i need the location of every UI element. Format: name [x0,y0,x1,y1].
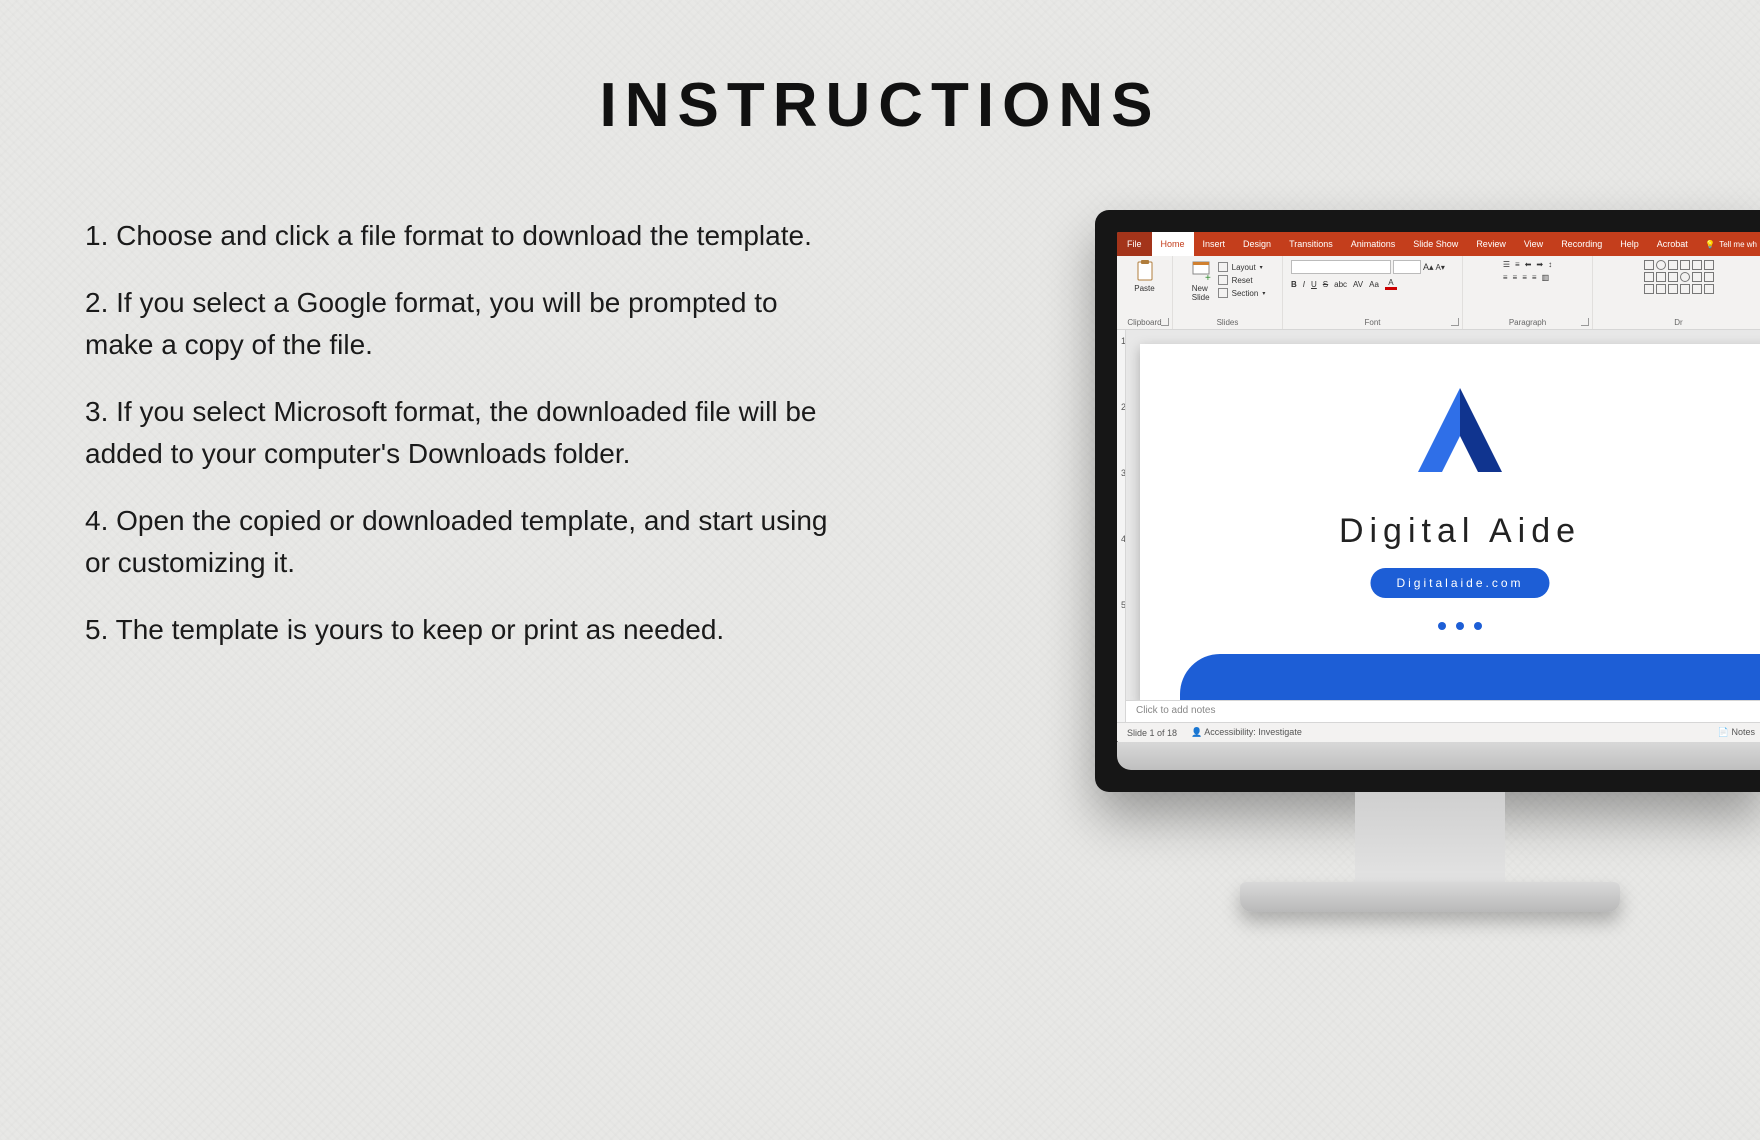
monitor-bezel: File Home Insert Design Transitions Anim… [1095,210,1760,792]
change-case-button[interactable]: Aa [1369,280,1379,289]
increase-indent-button[interactable]: ➡ [1536,260,1543,269]
font-size-dropdown[interactable] [1393,260,1421,274]
notes-toggle[interactable]: 📄 Notes [1718,727,1755,738]
tab-file[interactable]: File [1117,232,1152,256]
shapes-gallery[interactable] [1644,260,1714,294]
italic-button[interactable]: I [1303,280,1305,289]
group-label-paragraph: Paragraph [1509,318,1546,327]
tab-insert[interactable]: Insert [1194,232,1235,256]
tab-home[interactable]: Home [1152,232,1194,256]
brand-name-text: Digital Aide [1339,512,1581,551]
ribbon-group-clipboard: Paste Clipboard [1117,256,1173,329]
paste-label: Paste [1134,284,1154,293]
lightbulb-icon: 💡 [1705,240,1715,249]
tab-transitions[interactable]: Transitions [1280,232,1342,256]
brand-url-pill: Digitalaide.com [1370,568,1549,598]
strikethrough-button[interactable]: S [1323,280,1328,289]
brand-logo-icon [1400,382,1520,495]
font-color-button[interactable]: A [1385,278,1397,290]
ribbon-group-font: A▴ A▾ B I U S abc AV Aa A [1283,256,1463,329]
instruction-step: 1. Choose and click a file format to dow… [85,215,835,256]
notes-placeholder[interactable]: Click to add notes [1126,700,1760,722]
decrease-indent-button[interactable]: ⬅ [1525,260,1532,269]
dialog-launcher-icon[interactable] [1451,318,1459,326]
text-shadow-button[interactable]: abc [1334,280,1347,289]
group-label-slides: Slides [1217,318,1239,327]
tab-review[interactable]: Review [1467,232,1515,256]
group-label-font: Font [1364,318,1380,327]
ppt-workspace: 1 Digital Aide 2 [1117,330,1760,722]
slide-thumbnail-panel[interactable]: 1 Digital Aide 2 [1117,330,1126,722]
page-title: INSTRUCTIONS [0,70,1760,141]
group-label-clipboard: Clipboard [1127,318,1161,327]
slide-canvas-area: Digital Aide Digitalaide.com Click to ad… [1126,330,1760,722]
new-slide-button[interactable]: + New Slide [1190,260,1212,302]
instruction-step: 5. The template is yours to keep or prin… [85,609,835,650]
align-center-button[interactable]: ≡ [1513,273,1518,282]
tab-design[interactable]: Design [1234,232,1280,256]
layout-button[interactable]: Layout▾ [1218,262,1266,272]
tab-animations[interactable]: Animations [1342,232,1405,256]
numbering-button[interactable]: ≡ [1515,260,1520,269]
monitor-stand-neck [1355,792,1505,882]
tell-me-label: Tell me wh [1719,240,1757,249]
monitor-chin [1117,742,1760,770]
layout-icon [1218,262,1228,272]
instruction-step: 3. If you select Microsoft format, the d… [85,391,835,474]
instruction-step: 2. If you select a Google format, you wi… [85,282,835,365]
justify-button[interactable]: ≡ [1532,273,1537,282]
monitor-screen: File Home Insert Design Transitions Anim… [1117,232,1760,742]
instruction-step: 4. Open the copied or downloaded templat… [85,500,835,583]
reset-icon [1218,275,1228,285]
tab-recording[interactable]: Recording [1552,232,1611,256]
reset-button[interactable]: Reset [1218,275,1266,285]
ppt-tab-bar: File Home Insert Design Transitions Anim… [1117,232,1760,256]
tab-acrobat[interactable]: Acrobat [1648,232,1697,256]
ppt-status-bar: Slide 1 of 18 👤 Accessibility: Investiga… [1117,722,1760,742]
bold-button[interactable]: B [1291,280,1297,289]
slide-canvas[interactable]: Digital Aide Digitalaide.com [1140,344,1760,700]
paste-button[interactable]: Paste [1134,260,1156,293]
ppt-ribbon: Paste Clipboard + New Slide [1117,256,1760,330]
new-slide-icon: + [1190,260,1212,282]
pagination-dots [1438,622,1482,630]
section-icon [1218,288,1228,298]
increase-font-icon[interactable]: A▴ [1423,262,1434,273]
ribbon-group-slides: + New Slide Layout▾ Reset Section▾ Slide… [1173,256,1283,329]
monitor-mockup: File Home Insert Design Transitions Anim… [1095,210,1760,912]
tab-slideshow[interactable]: Slide Show [1404,232,1467,256]
line-spacing-button[interactable]: ↕ [1548,260,1552,269]
status-slide-count: Slide 1 of 18 [1127,728,1177,738]
group-label-drawing: Dr [1674,318,1682,327]
ribbon-group-drawing: Dr [1593,256,1760,329]
dialog-launcher-icon[interactable] [1581,318,1589,326]
new-slide-label: New Slide [1192,284,1210,302]
tab-help[interactable]: Help [1611,232,1648,256]
clipboard-icon [1134,260,1156,282]
columns-button[interactable]: ▥ [1542,273,1550,282]
decrease-font-icon[interactable]: A▾ [1436,263,1445,272]
ribbon-group-paragraph: ☰ ≡ ⬅ ➡ ↕ ≡ ≡ ≡ ≡ ▥ [1463,256,1593,329]
svg-text:+: + [1205,273,1211,282]
monitor-stand-base [1240,882,1620,912]
tell-me-search[interactable]: 💡 Tell me wh [1697,232,1760,256]
instruction-list: 1. Choose and click a file format to dow… [85,215,835,677]
align-left-button[interactable]: ≡ [1503,273,1508,282]
status-accessibility[interactable]: 👤 Accessibility: Investigate [1191,727,1302,738]
slide-bottom-band [1180,654,1760,700]
section-button[interactable]: Section▾ [1218,288,1266,298]
font-family-dropdown[interactable] [1291,260,1391,274]
tab-view[interactable]: View [1515,232,1552,256]
dialog-launcher-icon[interactable] [1161,318,1169,326]
character-spacing-button[interactable]: AV [1353,280,1363,289]
underline-button[interactable]: U [1311,280,1317,289]
align-right-button[interactable]: ≡ [1522,273,1527,282]
bullets-button[interactable]: ☰ [1503,260,1510,269]
accessibility-icon: 👤 [1191,727,1202,737]
